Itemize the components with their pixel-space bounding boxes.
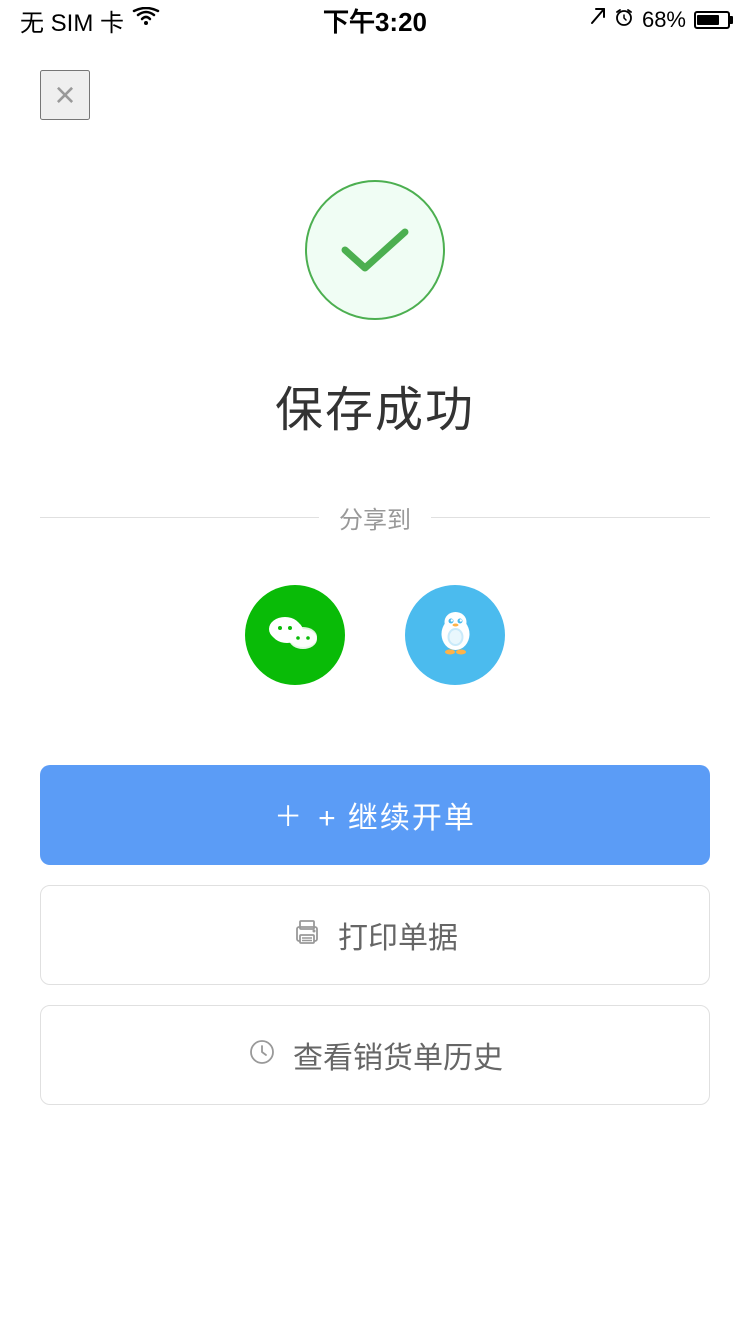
close-button[interactable]: × [40,70,90,120]
wechat-share-button[interactable] [245,585,345,685]
action-buttons: ＋ + 继续开单 打印单据 [40,765,710,1105]
battery-text: 68% [642,7,686,33]
share-label: 分享到 [339,500,411,535]
share-icons [40,585,710,685]
success-circle [305,180,445,320]
continue-button[interactable]: ＋ + 继续开单 [40,765,710,865]
plus-icon: ＋ [274,795,302,835]
location-icon [590,7,606,33]
divider-right [431,517,710,518]
main-content: × 保存成功 分享到 [0,40,750,1334]
wifi-icon [132,6,160,34]
status-bar: 无 SIM 卡 下午3:20 [0,0,750,40]
success-title: 保存成功 [275,370,475,440]
print-button[interactable]: 打印单据 [40,885,710,985]
alarm-icon [614,7,634,33]
qq-share-button[interactable] [405,585,505,685]
history-label: 查看销货单历史 [293,1033,503,1077]
carrier-text: 无 SIM 卡 [20,3,124,38]
history-icon [247,1037,277,1074]
history-button[interactable]: 查看销货单历史 [40,1005,710,1105]
close-icon: × [54,77,75,113]
battery-icon [694,11,730,29]
share-section: 分享到 [40,500,710,685]
share-divider: 分享到 [40,500,710,535]
status-left: 无 SIM 卡 [20,3,160,38]
print-icon [292,917,322,954]
print-label: 打印单据 [338,913,458,957]
status-time: 下午3:20 [323,2,427,39]
continue-label: + 继续开单 [318,793,476,837]
status-right: 68% [590,7,730,33]
divider-left [40,517,319,518]
